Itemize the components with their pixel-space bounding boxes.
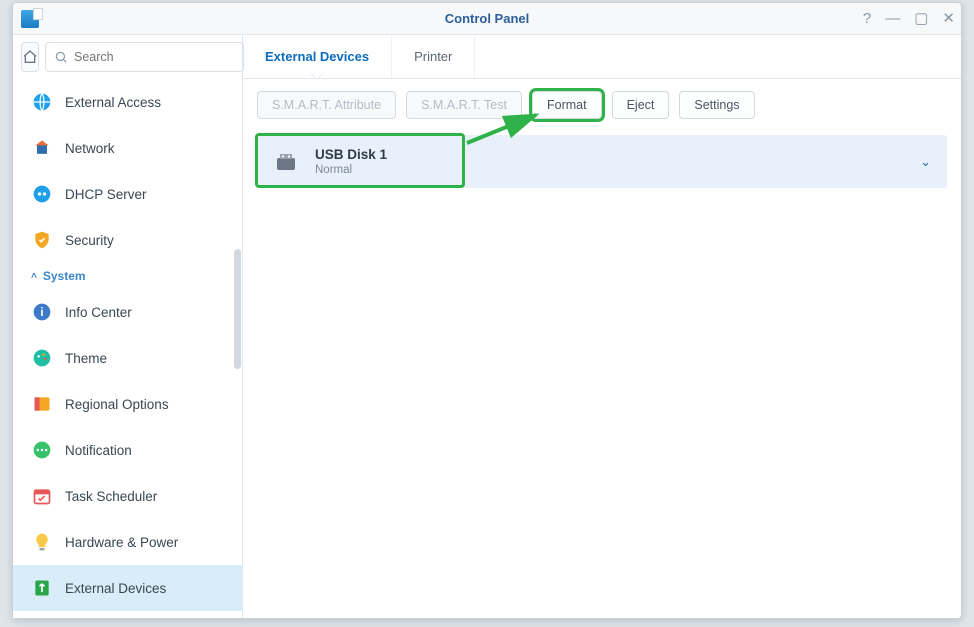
sidebar-item-dhcp-server[interactable]: DHCP Server <box>13 171 242 217</box>
device-name: USB Disk 1 <box>315 147 387 162</box>
sidebar-item-label: Security <box>65 233 114 248</box>
sidebar-item-security[interactable]: Security <box>13 217 242 263</box>
sidebar-item-label: Task Scheduler <box>65 489 157 504</box>
sidebar-item-label: Network <box>65 141 115 156</box>
regional-icon <box>31 393 53 415</box>
close-icon[interactable]: ✕ <box>942 11 955 26</box>
sidebar-item-regional-options[interactable]: Regional Options <box>13 381 242 427</box>
maximize-icon[interactable]: ▢ <box>914 11 928 26</box>
tab-external-devices[interactable]: External Devices <box>243 35 392 78</box>
svg-text:i: i <box>40 306 43 319</box>
device-info: USB Disk 1 Normal <box>315 147 387 176</box>
sidebar-item-info-center[interactable]: i Info Center <box>13 289 242 335</box>
tab-bar: External Devices Printer <box>243 35 961 79</box>
chevron-up-icon: ˄ <box>31 271 37 282</box>
toolbar: S.M.A.R.T. Attribute S.M.A.R.T. Test For… <box>243 79 961 131</box>
device-status: Normal <box>315 164 387 176</box>
sidebar-item-label: Info Center <box>65 305 132 320</box>
sidebar-item-label: Theme <box>65 351 107 366</box>
sidebar-group-label: System <box>43 269 86 283</box>
palette-icon <box>31 347 53 369</box>
sidebar-item-task-scheduler[interactable]: Task Scheduler <box>13 473 242 519</box>
chevron-down-icon[interactable]: ⌄ <box>920 154 931 170</box>
tab-printer[interactable]: Printer <box>392 35 475 78</box>
info-icon: i <box>31 301 53 323</box>
sidebar-item-label: External Access <box>65 95 161 110</box>
smart-test-button: S.M.A.R.T. Test <box>406 91 522 119</box>
app-icon <box>21 10 39 28</box>
search-input[interactable] <box>74 50 235 64</box>
calendar-icon <box>31 485 53 507</box>
sidebar-scrollbar[interactable] <box>234 249 241 369</box>
sidebar-item-theme[interactable]: Theme <box>13 335 242 381</box>
search-icon <box>54 50 68 64</box>
sidebar-item-label: Regional Options <box>65 397 169 412</box>
settings-button[interactable]: Settings <box>679 91 754 119</box>
external-device-icon <box>31 577 53 599</box>
sidebar-item-label: Notification <box>65 443 132 458</box>
sidebar-item-network[interactable]: Network <box>13 125 242 171</box>
window-controls: ? — ▢ ✕ <box>863 3 955 34</box>
format-button[interactable]: Format <box>532 91 602 119</box>
sidebar-item-external-access[interactable]: External Access <box>13 79 242 125</box>
sidebar-item-label: External Devices <box>65 581 166 596</box>
smart-attribute-button: S.M.A.R.T. Attribute <box>257 91 396 119</box>
eject-button[interactable]: Eject <box>612 91 670 119</box>
network-icon <box>31 137 53 159</box>
sidebar-item-label: DHCP Server <box>65 187 147 202</box>
device-row-usb-disk-1[interactable]: USB Disk 1 Normal ⌄ <box>257 135 947 188</box>
sidebar-group-system[interactable]: ˄ System <box>13 263 242 289</box>
sidebar: External Access Network DHCP Server <box>13 35 243 618</box>
window-title: Control Panel <box>13 11 961 26</box>
sidebar-item-external-devices[interactable]: External Devices <box>13 565 242 611</box>
control-panel-window: Control Panel ? — ▢ ✕ <box>12 2 962 619</box>
title-bar: Control Panel ? — ▢ ✕ <box>13 3 961 35</box>
bulb-icon <box>31 531 53 553</box>
tab-label: Printer <box>414 49 452 64</box>
sidebar-item-notification[interactable]: Notification <box>13 427 242 473</box>
home-button[interactable] <box>21 42 39 72</box>
minimize-icon[interactable]: — <box>885 11 900 26</box>
main-panel: External Devices Printer S.M.A.R.T. Attr… <box>243 35 961 618</box>
usb-disk-icon <box>273 150 299 174</box>
help-icon[interactable]: ? <box>863 11 871 26</box>
globe-icon <box>31 91 53 113</box>
home-icon <box>22 49 38 65</box>
search-box[interactable] <box>45 42 244 72</box>
sidebar-item-label: Hardware & Power <box>65 535 178 550</box>
shield-icon <box>31 229 53 251</box>
sidebar-item-hardware-power[interactable]: Hardware & Power <box>13 519 242 565</box>
dhcp-icon <box>31 183 53 205</box>
notification-icon <box>31 439 53 461</box>
tab-label: External Devices <box>265 49 369 64</box>
